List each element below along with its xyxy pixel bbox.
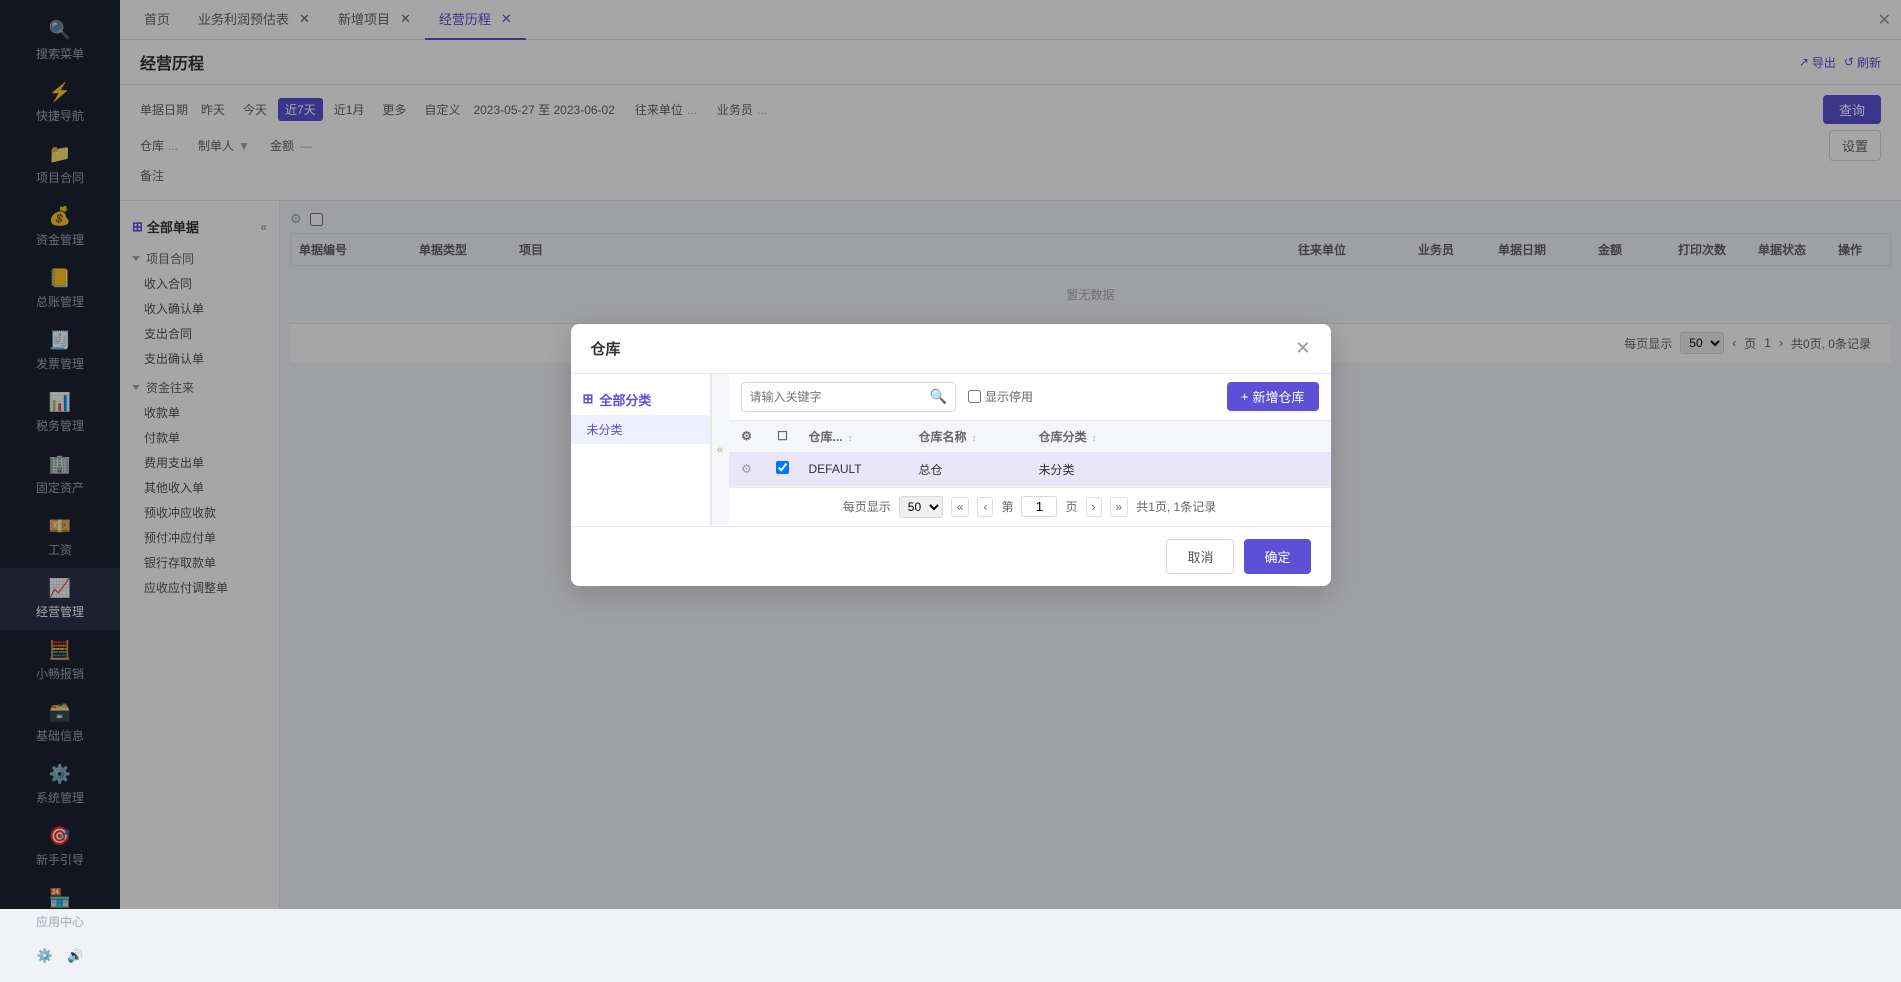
row-check[interactable] [765,461,801,477]
modal-page-suffix: 页 [1065,498,1077,515]
modal-first-page[interactable]: « [951,497,970,517]
add-warehouse-button[interactable]: + 新增仓库 [1227,382,1319,411]
show-disabled-checkbox-label[interactable]: 显示停用 [968,388,1033,405]
cancel-button[interactable]: 取消 [1166,539,1234,574]
sidebar-item-label: 应用中心 [36,913,84,930]
modal-body: ⊞ 全部分类 未分类 « 🔍 显示停用 [571,374,1331,526]
modal-title: 仓库 [591,338,621,359]
plus-icon: + [1241,389,1249,404]
modal-search-input[interactable] [742,390,922,404]
modal-toolbar-left: 🔍 显示停用 [741,382,1033,412]
show-disabled-label: 显示停用 [985,388,1033,405]
header-gear: ⚙ [729,429,765,443]
modal-page-input[interactable] [1021,496,1057,517]
modal-close-icon[interactable]: ✕ [1295,338,1310,359]
sort-icon-code: ↕ [848,433,853,443]
modal-search-box: 🔍 [741,382,956,412]
settings-icon[interactable]: ⚙️ [37,948,53,964]
row-category: 未分类 [1031,461,1331,478]
modal-prev-page[interactable]: ‹ [977,497,993,517]
modal-right-panel: 🔍 显示停用 + 新增仓库 ⚙ [729,374,1331,526]
confirm-button[interactable]: 确定 [1244,539,1310,574]
sort-icon-name: ↕ [972,433,977,443]
header-code: 仓库... ↕ [801,428,911,445]
modal-collapse-btn[interactable]: « [711,374,729,526]
modal-left-all[interactable]: ⊞ 全部分类 [571,384,710,415]
header-name: 仓库名称 ↕ [911,428,1031,445]
show-disabled-checkbox[interactable] [968,390,981,403]
header-check: ☐ [765,429,801,443]
modal-next-page[interactable]: › [1086,497,1102,517]
volume-icon[interactable]: 🔊 [67,948,83,964]
modal-page-label: 第 [1001,498,1013,515]
modal-table-footer: 每页显示 50 « ‹ 第 页 › » 共1页, 1条记录 [729,487,1331,526]
grid-icon-modal: ⊞ [583,391,594,407]
modal-all-label: 全部分类 [599,390,651,409]
modal-left-panel: ⊞ 全部分类 未分类 [571,374,711,526]
table-row[interactable]: ⚙ DEFAULT 总仓 未分类 [729,453,1331,487]
modal-toolbar: 🔍 显示停用 + 新增仓库 [729,374,1331,421]
modal-header: 仓库 ✕ [571,324,1331,374]
modal-overlay: 仓库 ✕ ⊞ 全部分类 未分类 « 🔍 [0,0,1901,909]
row-code: DEFAULT [801,462,911,476]
modal-table-header: ⚙ ☐ 仓库... ↕ 仓库名称 ↕ 仓库分类 ↕ [729,421,1331,453]
modal-search-button[interactable]: 🔍 [922,388,955,405]
modal-footer: 取消 确定 [571,526,1331,586]
modal-left-uncategorized[interactable]: 未分类 [571,415,710,444]
modal-per-page-select[interactable]: 50 [899,496,943,518]
modal-per-page-label: 每页显示 [843,498,891,515]
header-category: 仓库分类 ↕ [1031,428,1331,445]
row-name: 总仓 [911,461,1031,478]
modal-total-text: 共1页, 1条记录 [1136,498,1216,515]
modal-table: ⚙ ☐ 仓库... ↕ 仓库名称 ↕ 仓库分类 ↕ [729,421,1331,487]
modal-last-page[interactable]: » [1110,497,1129,517]
sort-icon-category: ↕ [1092,433,1097,443]
row-gear: ⚙ [729,462,765,476]
warehouse-modal: 仓库 ✕ ⊞ 全部分类 未分类 « 🔍 [571,324,1331,586]
row-checkbox[interactable] [776,461,789,474]
